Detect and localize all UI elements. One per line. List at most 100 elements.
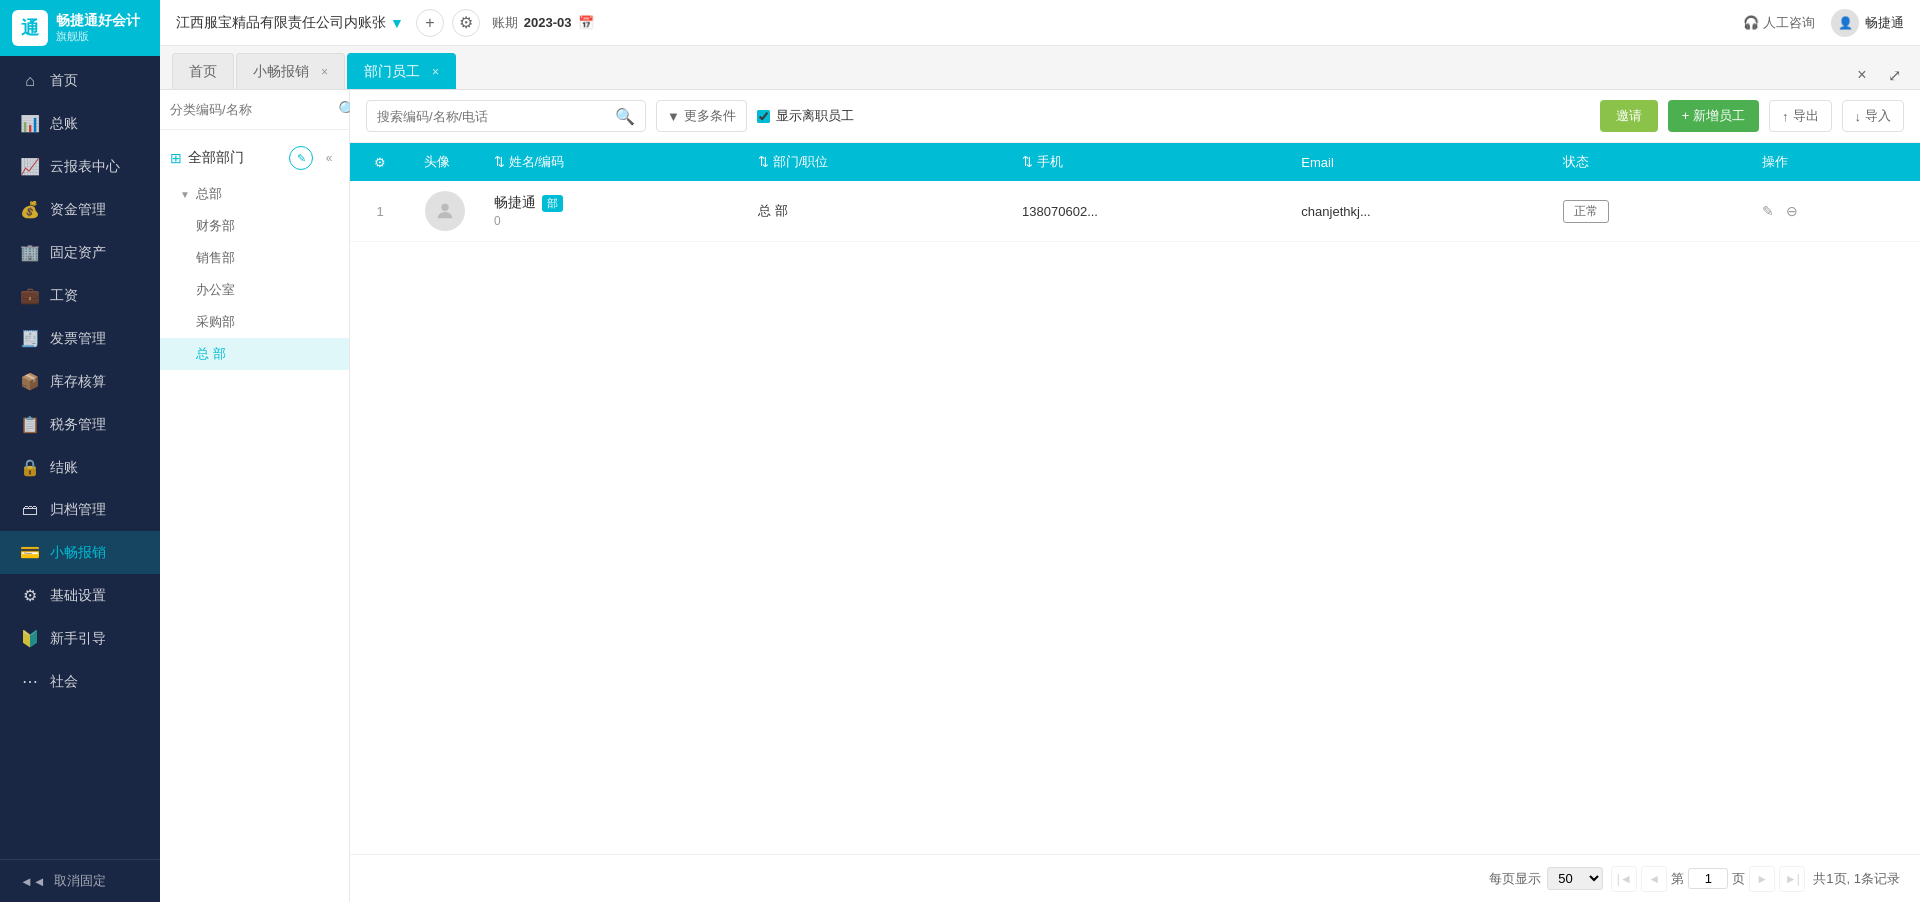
employee-search-input[interactable] (377, 109, 615, 124)
dept-arrow-icon: ▼ (180, 189, 190, 200)
sidebar-item-inventory[interactable]: 📦 库存核算 (0, 360, 160, 403)
user-menu[interactable]: 👤 畅捷通 (1831, 9, 1904, 37)
svg-point-0 (441, 204, 448, 211)
col-avatar: 头像 (410, 143, 480, 181)
assets-icon: 🏢 (20, 243, 40, 262)
filter-button[interactable]: ▼ 更多条件 (656, 100, 747, 132)
col-status: 状态 (1549, 143, 1748, 181)
add-employee-button[interactable]: + 新增员工 (1668, 100, 1759, 132)
tax-icon: 📋 (20, 415, 40, 434)
sidebar-item-settings[interactable]: ⚙ 基础设置 (0, 574, 160, 617)
export-button[interactable]: ↑ 导出 (1769, 100, 1832, 132)
col-dept[interactable]: ⇅ 部门/职位 (744, 143, 1008, 181)
home-icon: ⌂ (20, 72, 40, 90)
filter-label: 更多条件 (684, 107, 736, 125)
table-row: 1 畅捷通 (350, 181, 1920, 242)
dept-collapse-button[interactable]: « (319, 148, 339, 168)
col-settings[interactable]: ⚙ (350, 143, 410, 181)
invite-button[interactable]: 邀请 (1600, 100, 1658, 132)
sidebar-item-reports[interactable]: 📈 云报表中心 (0, 145, 160, 188)
tab-department[interactable]: 部门员工 × (347, 53, 456, 89)
sidebar-item-archive[interactable]: 🗃 归档管理 (0, 489, 160, 531)
funds-icon: 💰 (20, 200, 40, 219)
dept-all-item[interactable]: ⊞ 全部部门 ✎ « (160, 138, 349, 178)
sidebar-item-guide[interactable]: 🔰 新手引导 (0, 617, 160, 660)
sidebar-item-home[interactable]: ⌂ 首页 (0, 60, 160, 102)
dept-edit-button[interactable]: ✎ (289, 146, 313, 170)
dept-child-finance[interactable]: 财务部 (160, 210, 349, 242)
col-phone[interactable]: ⇅ 手机 (1008, 143, 1287, 181)
show-resigned-wrap: 显示离职员工 (757, 107, 854, 125)
edit-button[interactable]: ✎ (1762, 203, 1774, 219)
show-resigned-checkbox[interactable] (757, 110, 770, 123)
dept-child-office[interactable]: 办公室 (160, 274, 349, 306)
service-button[interactable]: 🎧 人工咨询 (1743, 14, 1815, 32)
sidebar-item-salary[interactable]: 💼 工资 (0, 274, 160, 317)
dept-child-hq[interactable]: 总 部 (160, 338, 349, 370)
reports-icon: 📈 (20, 157, 40, 176)
sidebar-item-invoice[interactable]: 🧾 发票管理 (0, 317, 160, 360)
employee-table: ⚙ 头像 ⇅ 姓名/编码 ⇅ 部门/职位 ⇅ 手机 Email (350, 143, 1920, 242)
dept-child-purchase[interactable]: 采购部 (160, 306, 349, 338)
sidebar-item-ledger[interactable]: 📊 总账 (0, 102, 160, 145)
page-size-selector: 每页显示 50 100 200 (1489, 867, 1603, 890)
tab-expand[interactable]: ⤢ (1880, 61, 1908, 89)
filter-icon: ▼ (667, 109, 680, 124)
last-page-button[interactable]: ►| (1779, 866, 1805, 892)
tab-home-label: 首页 (189, 63, 217, 81)
page-unit: 页 (1732, 870, 1745, 888)
next-page-button[interactable]: ► (1749, 866, 1775, 892)
col-actions: 操作 (1748, 143, 1920, 181)
per-page-select[interactable]: 50 100 200 (1547, 867, 1603, 890)
dept-child-sales[interactable]: 销售部 (160, 242, 349, 274)
sidebar-item-more[interactable]: ⋯ 社会 (0, 660, 160, 703)
employee-dept: 总 部 (758, 203, 788, 218)
expense-icon: 💳 (20, 543, 40, 562)
cell-status: 正常 (1549, 181, 1748, 242)
tab-close-all[interactable]: × (1848, 61, 1876, 89)
cell-name: 畅捷通 部 0 (480, 181, 744, 242)
sidebar-unpin[interactable]: ◄◄ 取消固定 (0, 859, 160, 902)
dept-child-hq-label: 总 部 (196, 345, 226, 363)
pagination: 每页显示 50 100 200 |◄ ◄ 第 页 ► ►| 共1页, 1 (350, 854, 1920, 902)
col-name[interactable]: ⇅ 姓名/编码 (480, 143, 744, 181)
sidebar-item-tax[interactable]: 📋 税务管理 (0, 403, 160, 446)
employee-phone: 138070602... (1022, 204, 1098, 219)
page-input[interactable] (1688, 868, 1728, 889)
settings-button[interactable]: ⚙ (452, 9, 480, 37)
settings-icon: ⚙ (20, 586, 40, 605)
employee-search-icon[interactable]: 🔍 (615, 107, 635, 126)
sidebar-item-funds[interactable]: 💰 资金管理 (0, 188, 160, 231)
page-prefix: 第 (1671, 870, 1684, 888)
tab-expense[interactable]: 小畅报销 × (236, 53, 345, 89)
tab-home[interactable]: 首页 (172, 53, 234, 89)
company-selector[interactable]: 江西服宝精品有限责任公司内账张 ▼ (176, 14, 404, 32)
sidebar-item-closing[interactable]: 🔒 结账 (0, 446, 160, 489)
tab-department-close[interactable]: × (432, 65, 439, 79)
dept-parent-hq[interactable]: ▼ 总部 (160, 178, 349, 210)
tab-expense-close[interactable]: × (321, 65, 328, 79)
sidebar-item-assets[interactable]: 🏢 固定资产 (0, 231, 160, 274)
dept-child-office-label: 办公室 (196, 281, 235, 299)
sidebar-item-guide-label: 新手引导 (50, 630, 106, 648)
sidebar-item-expense[interactable]: 💳 小畅报销 (0, 531, 160, 574)
inventory-icon: 📦 (20, 372, 40, 391)
dept-child-sales-label: 销售部 (196, 249, 235, 267)
import-label: 导入 (1865, 107, 1891, 125)
add-account-button[interactable]: + (416, 9, 444, 37)
logout-button[interactable]: ⊖ (1786, 203, 1798, 219)
topbar: 江西服宝精品有限责任公司内账张 ▼ + ⚙ 账期 2023-03 📅 🎧 人工咨… (160, 0, 1920, 46)
company-name: 江西服宝精品有限责任公司内账张 (176, 14, 386, 32)
sidebar-item-archive-label: 归档管理 (50, 501, 106, 519)
prev-page-button[interactable]: ◄ (1641, 866, 1667, 892)
period-value: 2023-03 (524, 15, 572, 30)
first-page-button[interactable]: |◄ (1611, 866, 1637, 892)
import-button[interactable]: ↓ 导入 (1842, 100, 1905, 132)
dept-search-box: 🔍 (160, 90, 349, 130)
dept-search-input[interactable] (170, 102, 338, 117)
employee-panel: 🔍 ▼ 更多条件 显示离职员工 邀请 + 新增员工 ↑ (350, 90, 1920, 902)
sidebar-item-more-label: 社会 (50, 673, 78, 691)
period-selector[interactable]: 账期 2023-03 📅 (492, 14, 594, 32)
unpin-label: 取消固定 (54, 872, 106, 890)
service-label: 人工咨询 (1763, 14, 1815, 32)
